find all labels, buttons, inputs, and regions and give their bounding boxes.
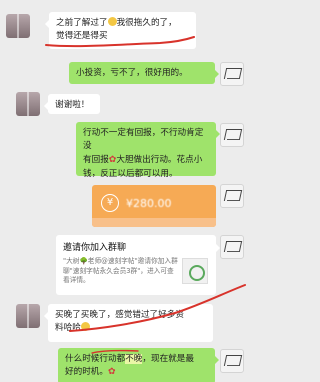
self-avatar[interactable] [220,184,244,208]
message-bubble[interactable]: 小投资，亏不了，很好用的。 [69,62,219,84]
message-text: 谢谢啦！ [55,100,90,110]
message-text-line2: 料哈哈 [55,322,206,335]
message-text: 之前了解过了 我很拖久的了， [56,17,177,28]
invite-title: 邀请你加入群聊 [63,243,127,253]
invite-description: "大树🌳老师@速刻字帖"邀请你加入群聊"速刻字帖永久会员3群"，进入可查看详情。 [63,257,178,285]
self-avatar[interactable] [220,349,244,373]
message-text-line1: 什么时候行动都不晚，现在就是最 [65,354,194,364]
transfer-icon: ¥ [101,194,119,212]
transfer-card[interactable]: ¥ ¥280.00 [92,185,216,227]
group-thumbnail-icon [182,258,208,284]
message-text: 小投资，亏不了，很好用的。 [76,68,188,78]
self-avatar[interactable] [220,62,244,86]
group-invite-card[interactable]: 邀请你加入群聊 "大树🌳老师@速刻字帖"邀请你加入群聊"速刻字帖永久会员3群"，… [56,235,220,295]
self-avatar[interactable] [220,235,244,259]
message-text-line1: 买晚了买晚了，感觉错过了好多资 [55,310,184,320]
message-text-line2: 觉得还是得买 [56,31,108,42]
message-bubble[interactable]: 什么时候行动都不晚，现在就是最 好的时机。✿ [58,348,219,382]
transfer-footer [92,218,216,227]
contact-avatar[interactable] [16,304,40,328]
smile-emoji-icon [107,17,117,26]
message-text-line3: 钱，反正以后都可以用。 [83,168,178,179]
smile-emoji-icon [80,322,90,332]
message-bubble[interactable]: 行动不一定有回报，不行动肯定没 有回报✿大胆做出行动。花点小 钱，反正以后都可以… [76,122,220,179]
message-bubble[interactable]: 买晚了买晚了，感觉错过了好多资 料哈哈 [44,304,213,342]
message-bubble[interactable]: 谢谢啦！ [44,94,100,114]
message-text-line2: 好的时机。✿ [65,367,116,378]
message-text-line1: 行动不一定有回报，不行动肯定没 [83,128,204,152]
contact-avatar[interactable] [16,92,40,116]
message-text-line2: 有回报✿大胆做出行动。花点小 [83,154,203,165]
rose-icon: ✿ [107,367,116,378]
transfer-amount: ¥280.00 [126,197,172,210]
message-bubble[interactable]: 之前了解过了 我很拖久的了， 觉得还是得买 [45,12,196,49]
contact-avatar[interactable] [6,14,30,38]
self-avatar[interactable] [220,123,244,147]
